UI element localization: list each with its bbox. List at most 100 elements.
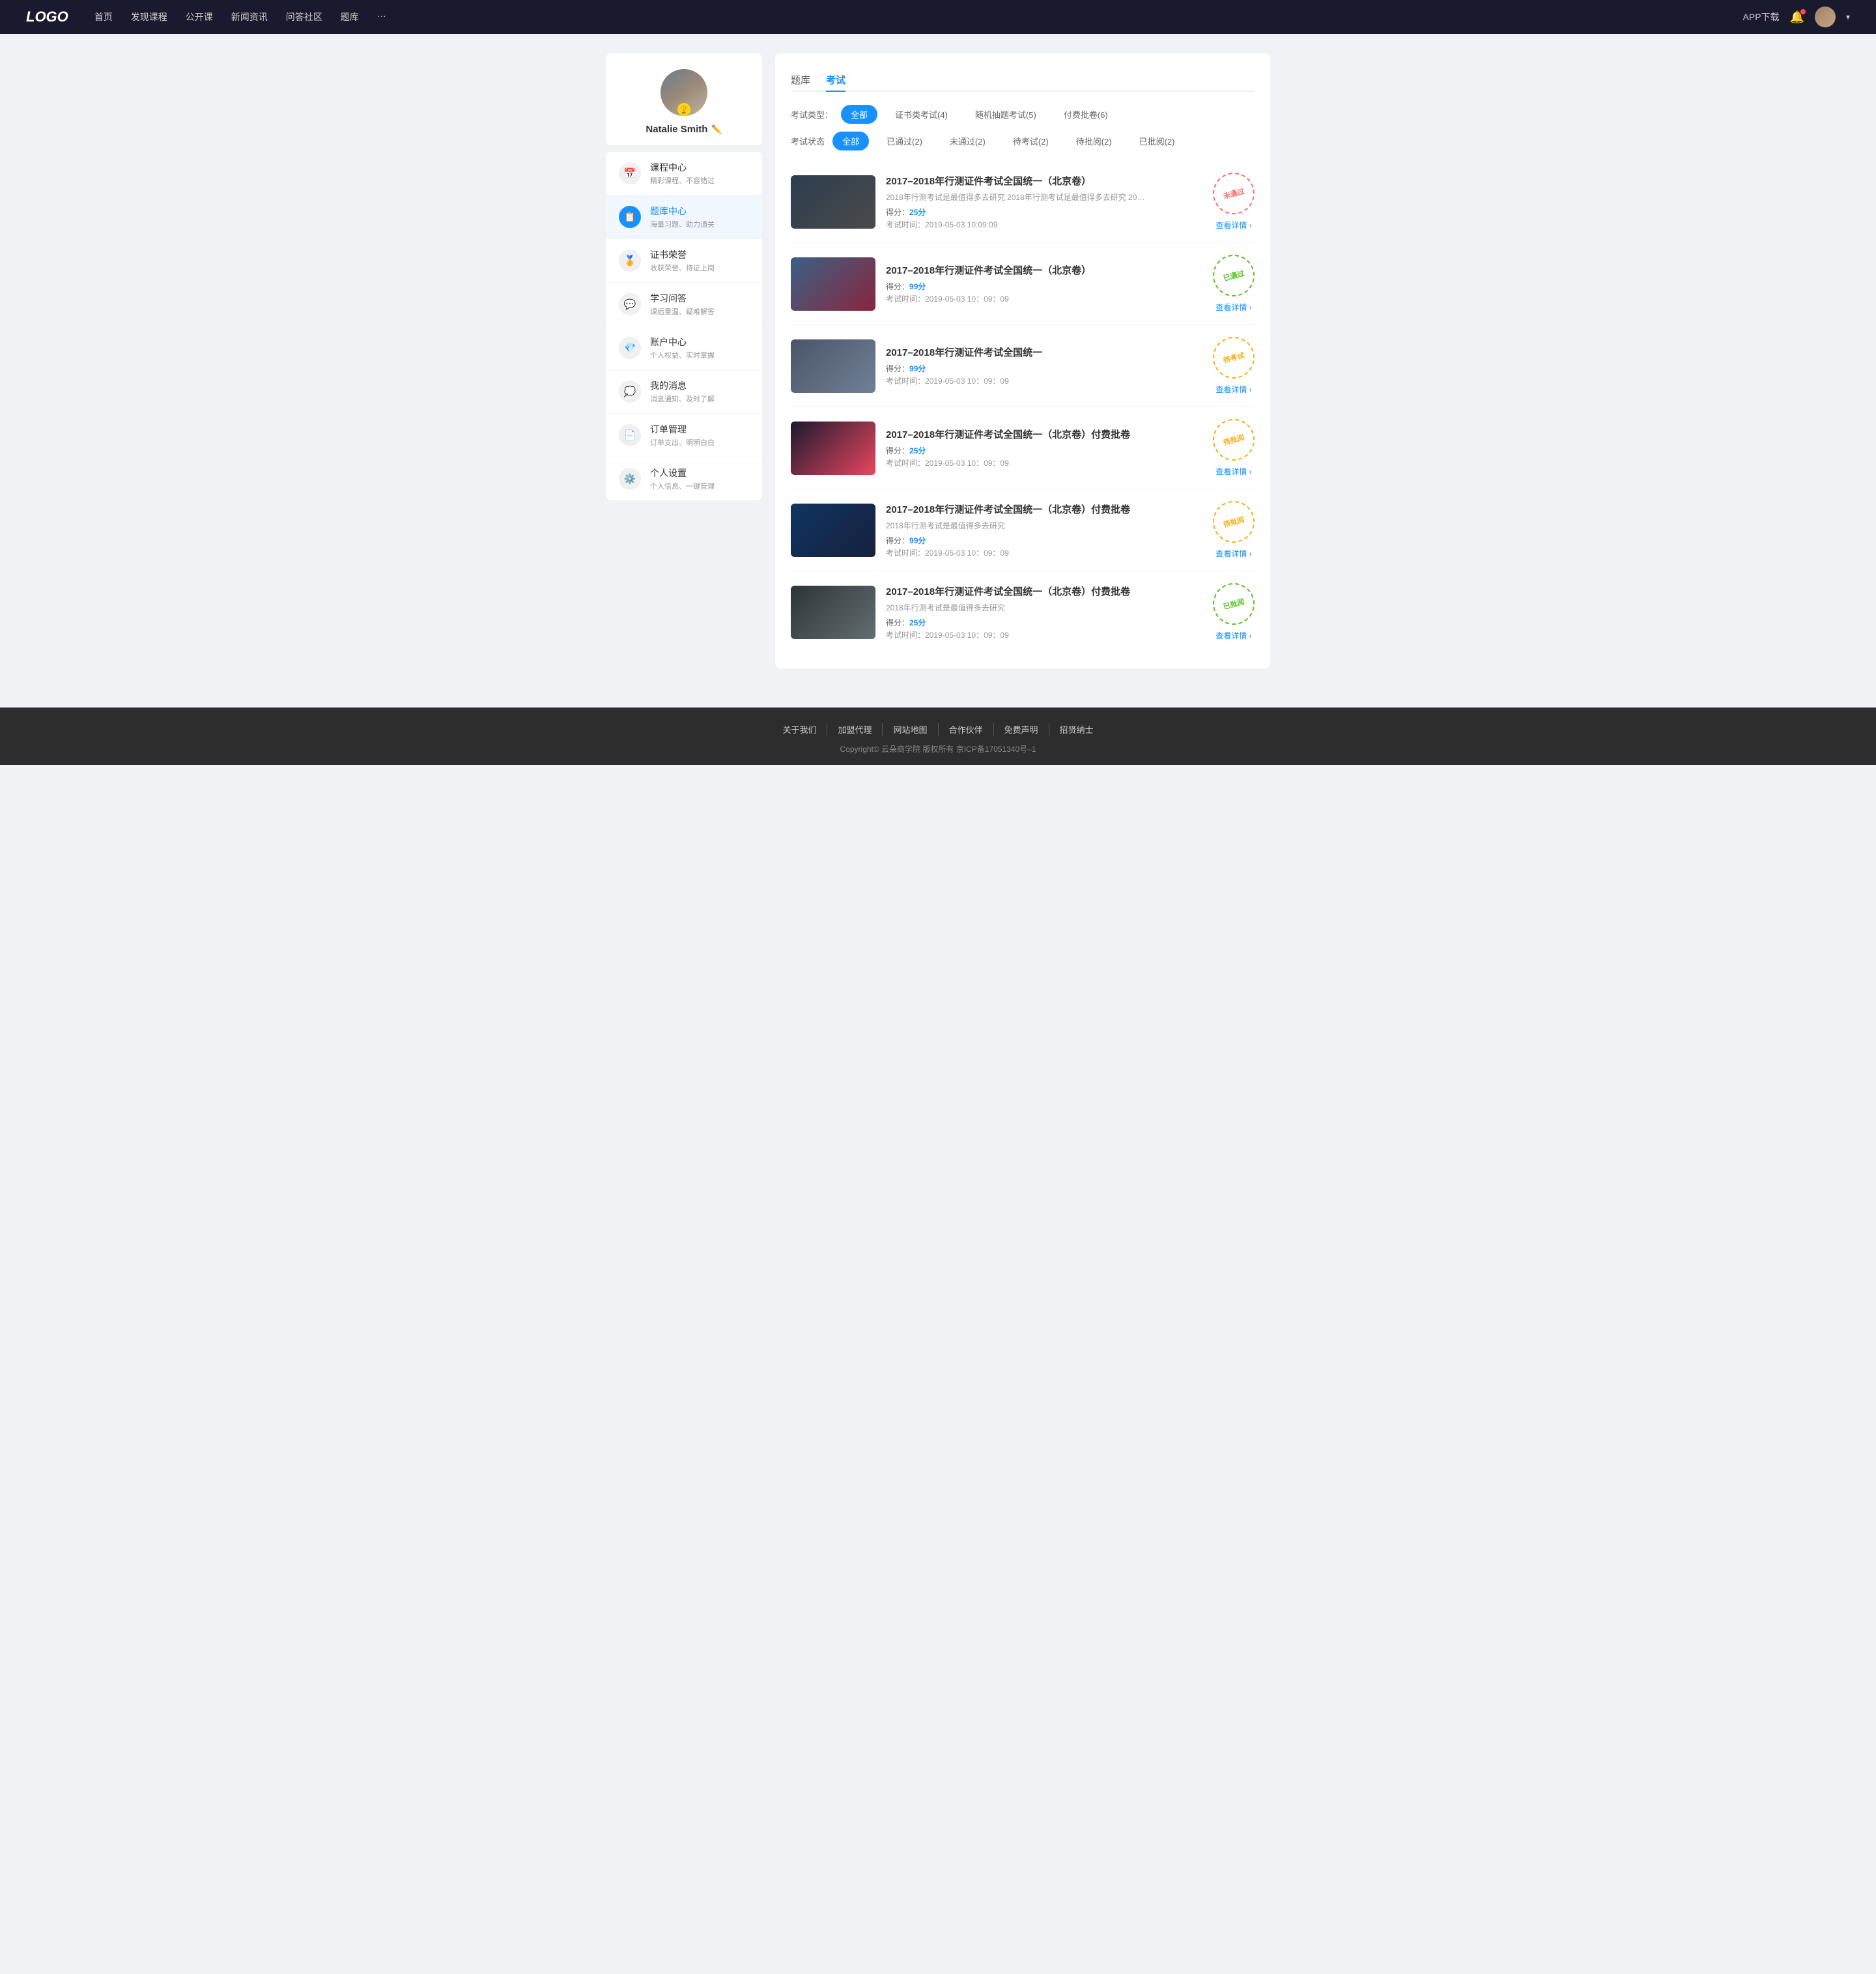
footer-copyright: Copyright© 云朵商学院 版权所有 京ICP备17051340号–1 xyxy=(13,743,1863,754)
detail-link-1[interactable]: 查看详情 › xyxy=(1215,220,1251,231)
sidebar-icon-orders: 📄 xyxy=(619,424,641,446)
detail-link-2[interactable]: 查看详情 › xyxy=(1215,302,1251,313)
exam-item-4: 2017–2018年行测证件考试全国统一（北京卷）付费批卷 得分：25分 考试时… xyxy=(791,407,1255,489)
sidebar-item-messages[interactable]: 💭 我的消息 消息通知、及时了解 xyxy=(606,370,762,414)
exam-info-5: 2017–2018年行测证件考试全国统一（北京卷）付费批卷 2018年行测考试是… xyxy=(886,502,1202,558)
sidebar-item-course-center[interactable]: 📅 课程中心 精彩课程、不容错过 xyxy=(606,152,762,195)
filter-type-证书类考试(4)[interactable]: 证书类考试(4) xyxy=(885,105,958,124)
sidebar-title-certificate: 证书荣誉 xyxy=(650,248,715,261)
nav-links: 首页 发现课程 公开课 新闻资讯 问答社区 题库 ··· xyxy=(94,10,1743,23)
nav-link-···[interactable]: ··· xyxy=(377,10,386,23)
sidebar-title-course-center: 课程中心 xyxy=(650,161,715,174)
filter-status-待批阅(2)[interactable]: 待批阅(2) xyxy=(1066,132,1122,150)
nav-link-问答社区[interactable]: 问答社区 xyxy=(286,10,322,23)
exam-action-3: 待考试 查看详情 › xyxy=(1213,337,1255,395)
exam-thumb-4 xyxy=(791,422,875,475)
detail-link-3[interactable]: 查看详情 › xyxy=(1215,384,1251,395)
sidebar-icon-account: 💎 xyxy=(619,337,641,359)
filter-type-全部[interactable]: 全部 xyxy=(841,105,877,124)
sidebar-title-messages: 我的消息 xyxy=(650,379,715,392)
filter-status-已通过(2)[interactable]: 已通过(2) xyxy=(877,132,932,150)
status-stamp-4: 待批阅 xyxy=(1208,414,1259,465)
exam-title-2: 2017–2018年行测证件考试全国统一（北京卷） xyxy=(886,263,1202,277)
exam-score-4: 得分：25分 xyxy=(886,445,1202,456)
sidebar-profile: 🏆 Natalie Smith ✏️ xyxy=(606,53,762,145)
nav-link-首页[interactable]: 首页 xyxy=(94,10,113,23)
sidebar-subtitle-orders: 订单支出、明明白白 xyxy=(650,437,715,448)
exam-info-3: 2017–2018年行测证件考试全国统一 得分：99分 考试时间：2019-05… xyxy=(886,345,1202,386)
exam-action-6: 已批阅 查看详情 › xyxy=(1213,583,1255,641)
sidebar-item-orders[interactable]: 📄 订单管理 订单支出、明明白白 xyxy=(606,414,762,457)
exam-thumb-3 xyxy=(791,339,875,393)
sidebar-item-account[interactable]: 💎 账户中心 个人权益、实时掌握 xyxy=(606,326,762,370)
user-avatar[interactable] xyxy=(1815,7,1836,27)
chevron-down-icon[interactable]: ▾ xyxy=(1846,12,1850,21)
main-wrapper: 🏆 Natalie Smith ✏️ 📅 课程中心 精彩课程、不容错过 📋 题库… xyxy=(593,34,1283,688)
sidebar-subtitle-messages: 消息通知、及时了解 xyxy=(650,393,715,404)
notification-bell-icon[interactable]: 🔔 xyxy=(1790,10,1804,24)
sidebar-item-qa[interactable]: 💬 学习问答 课后重温、疑难解答 xyxy=(606,283,762,326)
exam-thumb-5 xyxy=(791,504,875,557)
sidebar-item-question-bank[interactable]: 📋 题库中心 海量习题、助力通关 xyxy=(606,195,762,239)
exam-thumb-1 xyxy=(791,175,875,229)
footer-link-1[interactable]: 加盟代理 xyxy=(827,723,883,736)
status-stamp-6: 已批阅 xyxy=(1208,579,1259,629)
filter-status-未通过(2)[interactable]: 未通过(2) xyxy=(940,132,995,150)
footer-link-4[interactable]: 免费声明 xyxy=(994,723,1049,736)
exam-score-2: 得分：99分 xyxy=(886,281,1202,292)
filter-type-随机抽题考试(5)[interactable]: 随机抽题考试(5) xyxy=(965,105,1046,124)
nav-link-题库[interactable]: 题库 xyxy=(341,10,359,23)
exam-time-2: 考试时间：2019-05-03 10：09：09 xyxy=(886,293,1202,304)
sidebar-item-certificate[interactable]: 🏅 证书荣誉 收获荣誉、持证上岗 xyxy=(606,239,762,283)
exam-action-5: 待批阅 查看详情 › xyxy=(1213,501,1255,559)
notification-dot xyxy=(1800,9,1806,14)
exam-title-6: 2017–2018年行测证件考试全国统一（北京卷）付费批卷 xyxy=(886,584,1202,598)
footer-link-5[interactable]: 招贤纳士 xyxy=(1049,723,1104,736)
sidebar-icon-course-center: 📅 xyxy=(619,162,641,184)
exam-item-5: 2017–2018年行测证件考试全国统一（北京卷）付费批卷 2018年行测考试是… xyxy=(791,489,1255,571)
exam-action-1: 未通过 查看详情 › xyxy=(1213,173,1255,231)
footer-link-3[interactable]: 合作伙伴 xyxy=(939,723,994,736)
filter-status-row: 考试状态全部已通过(2)未通过(2)待考试(2)待批阅(2)已批阅(2) xyxy=(791,132,1255,150)
exam-thumb-2 xyxy=(791,257,875,311)
nav-link-公开课[interactable]: 公开课 xyxy=(186,10,213,23)
footer: 关于我们加盟代理网站地图合作伙伴免费声明招贤纳士 Copyright© 云朵商学… xyxy=(0,708,1876,765)
tab-题库[interactable]: 题库 xyxy=(791,69,810,91)
exam-desc-5: 2018年行测考试是最值得多去研究 xyxy=(886,520,1146,531)
sidebar-icon-messages: 💭 xyxy=(619,380,641,403)
filter-status-已批阅(2)[interactable]: 已批阅(2) xyxy=(1130,132,1185,150)
exam-title-3: 2017–2018年行测证件考试全国统一 xyxy=(886,345,1202,359)
sidebar-title-settings: 个人设置 xyxy=(650,466,715,479)
nav-link-新闻资讯[interactable]: 新闻资讯 xyxy=(231,10,268,23)
exam-score-3: 得分：99分 xyxy=(886,363,1202,374)
sidebar-icon-question-bank: 📋 xyxy=(619,206,641,228)
sidebar-subtitle-course-center: 精彩课程、不容错过 xyxy=(650,175,715,186)
exam-action-4: 待批阅 查看详情 › xyxy=(1213,419,1255,477)
exam-action-2: 已通过 查看详情 › xyxy=(1213,255,1255,313)
app-download[interactable]: APP下载 xyxy=(1743,10,1780,23)
sidebar-subtitle-certificate: 收获荣誉、持证上岗 xyxy=(650,263,715,273)
status-stamp-3: 待考试 xyxy=(1208,332,1259,383)
nav-link-发现课程[interactable]: 发现课程 xyxy=(131,10,167,23)
exam-title-4: 2017–2018年行测证件考试全国统一（北京卷）付费批卷 xyxy=(886,427,1202,441)
exam-item-3: 2017–2018年行测证件考试全国统一 得分：99分 考试时间：2019-05… xyxy=(791,325,1255,407)
filter-type-付费批卷(6)[interactable]: 付费批卷(6) xyxy=(1054,105,1118,124)
status-stamp-2: 已通过 xyxy=(1208,250,1259,301)
exam-info-6: 2017–2018年行测证件考试全国统一（北京卷）付费批卷 2018年行测考试是… xyxy=(886,584,1202,640)
exam-time-5: 考试时间：2019-05-03 10：09：09 xyxy=(886,547,1202,558)
detail-link-6[interactable]: 查看详情 › xyxy=(1215,630,1251,641)
footer-link-2[interactable]: 网站地图 xyxy=(883,723,938,736)
tab-考试[interactable]: 考试 xyxy=(826,69,846,91)
filter-status-全部[interactable]: 全部 xyxy=(832,132,869,150)
exam-item-1: 2017–2018年行测证件考试全国统一（北京卷） 2018年行测考试是最值得多… xyxy=(791,161,1255,243)
filter-status-待考试(2)[interactable]: 待考试(2) xyxy=(1003,132,1059,150)
detail-link-5[interactable]: 查看详情 › xyxy=(1215,548,1251,559)
sidebar-nav: 📅 课程中心 精彩课程、不容错过 📋 题库中心 海量习题、助力通关 🏅 证书荣誉… xyxy=(606,152,762,500)
exam-score-1: 得分：25分 xyxy=(886,207,1202,218)
detail-link-4[interactable]: 查看详情 › xyxy=(1215,466,1251,477)
status-stamp-1: 未通过 xyxy=(1208,168,1259,219)
filter-type-row: 考试类型：全部证书类考试(4)随机抽题考试(5)付费批卷(6) xyxy=(791,105,1255,124)
footer-link-0[interactable]: 关于我们 xyxy=(772,723,827,736)
edit-profile-icon[interactable]: ✏️ xyxy=(711,124,722,135)
sidebar-item-settings[interactable]: ⚙️ 个人设置 个人信息、一键管理 xyxy=(606,457,762,500)
